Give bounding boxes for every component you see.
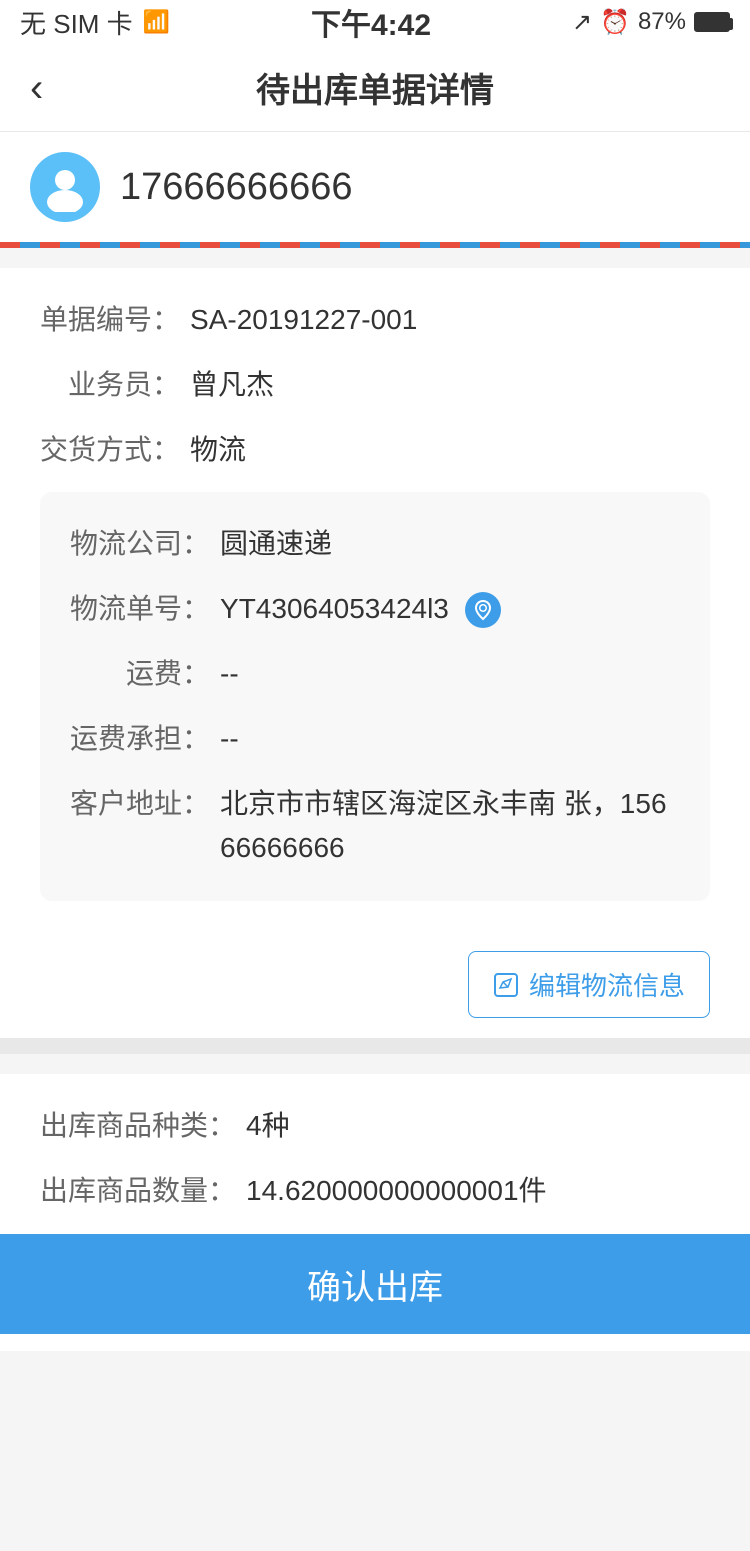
back-button[interactable]: ‹ (30, 68, 43, 108)
logistics-company-label: 物流公司： (70, 522, 210, 567)
quantity-value: 14.620000000000001件 (246, 1169, 710, 1214)
document-number-row: 单据编号： SA-20191227-001 (40, 298, 710, 343)
edit-button-row: 编辑物流信息 (0, 931, 750, 1038)
bottom-spacer (0, 1351, 750, 1551)
wifi-icon: 📶 (143, 9, 170, 35)
shipping-fee-label: 运费： (70, 652, 210, 697)
customer-header: 17666666666 (0, 132, 750, 242)
location-icon: ↗ (572, 8, 592, 37)
address-row: 客户地址： 北京市市辖区海淀区永丰南 张，156 66666666 (70, 782, 680, 872)
shipping-bearer-label: 运费承担： (70, 717, 210, 762)
delivery-method-row: 交货方式： 物流 (40, 428, 710, 473)
alarm-icon: ⏰ (600, 8, 630, 37)
carrier-label: 无 SIM 卡 (20, 4, 133, 41)
avatar (30, 152, 100, 222)
basic-info-section: 单据编号： SA-20191227-001 业务员： 曾凡杰 交货方式： 物流 … (0, 268, 750, 931)
tracking-number-row: 物流单号： YT43064053424l3 (70, 587, 680, 632)
confirm-button-bar[interactable]: 确认出库 (0, 1234, 750, 1334)
shipping-fee-row: 运费： -- (70, 652, 680, 697)
address-value: 北京市市辖区海淀区永丰南 张，156 66666666 (220, 782, 680, 872)
logistics-company-value: 圆通速递 (220, 522, 680, 567)
tracking-number-value: YT43064053424l3 (220, 587, 680, 632)
logistics-company-row: 物流公司： 圆通速递 (70, 522, 680, 567)
tracking-number-text: YT43064053424l3 (220, 587, 449, 632)
battery-label: 87% (638, 8, 686, 36)
shipping-bearer-row: 运费承担： -- (70, 717, 680, 762)
status-bar: 无 SIM 卡 📶 下午4:42 ↗ ⏰ 87% (0, 0, 750, 44)
status-left: 无 SIM 卡 📶 (20, 4, 170, 41)
dashed-divider (0, 242, 750, 248)
page-title: 待出库单据详情 (256, 63, 494, 112)
sales-person-row: 业务员： 曾凡杰 (40, 363, 710, 408)
logistics-card: 物流公司： 圆通速递 物流单号： YT43064053424l3 (40, 492, 710, 901)
sales-person-label: 业务员： (40, 363, 180, 408)
battery-icon (694, 12, 730, 32)
types-label: 出库商品种类： (40, 1104, 236, 1149)
shipping-bearer-value: -- (220, 717, 680, 762)
confirm-button-label: 确认出库 (307, 1260, 443, 1309)
customer-phone: 17666666666 (120, 166, 352, 209)
quantity-label: 出库商品数量： (40, 1169, 236, 1214)
document-number-label: 单据编号： (40, 298, 180, 343)
status-time: 下午4:42 (311, 0, 431, 44)
edit-icon (493, 972, 519, 998)
gray-separator (0, 1038, 750, 1054)
tracking-location-button[interactable] (465, 592, 501, 628)
sales-person-value: 曾凡杰 (190, 363, 710, 408)
edit-logistics-label: 编辑物流信息 (529, 966, 685, 1003)
quantity-row: 出库商品数量： 14.620000000000001件 (40, 1169, 710, 1214)
types-value: 4种 (246, 1104, 710, 1149)
person-icon (40, 162, 90, 212)
address-label: 客户地址： (70, 782, 210, 827)
status-right: ↗ ⏰ 87% (572, 8, 730, 37)
delivery-method-label: 交货方式： (40, 428, 180, 473)
outbound-info-section: 出库商品种类： 4种 出库商品数量： 14.620000000000001件 (0, 1074, 750, 1244)
document-number-value: SA-20191227-001 (190, 298, 710, 343)
nav-bar: ‹ 待出库单据详情 (0, 44, 750, 132)
types-row: 出库商品种类： 4种 (40, 1104, 710, 1149)
shipping-fee-value: -- (220, 652, 680, 697)
edit-logistics-button[interactable]: 编辑物流信息 (468, 951, 710, 1018)
delivery-method-value: 物流 (190, 428, 710, 473)
tracking-number-label: 物流单号： (70, 587, 210, 632)
